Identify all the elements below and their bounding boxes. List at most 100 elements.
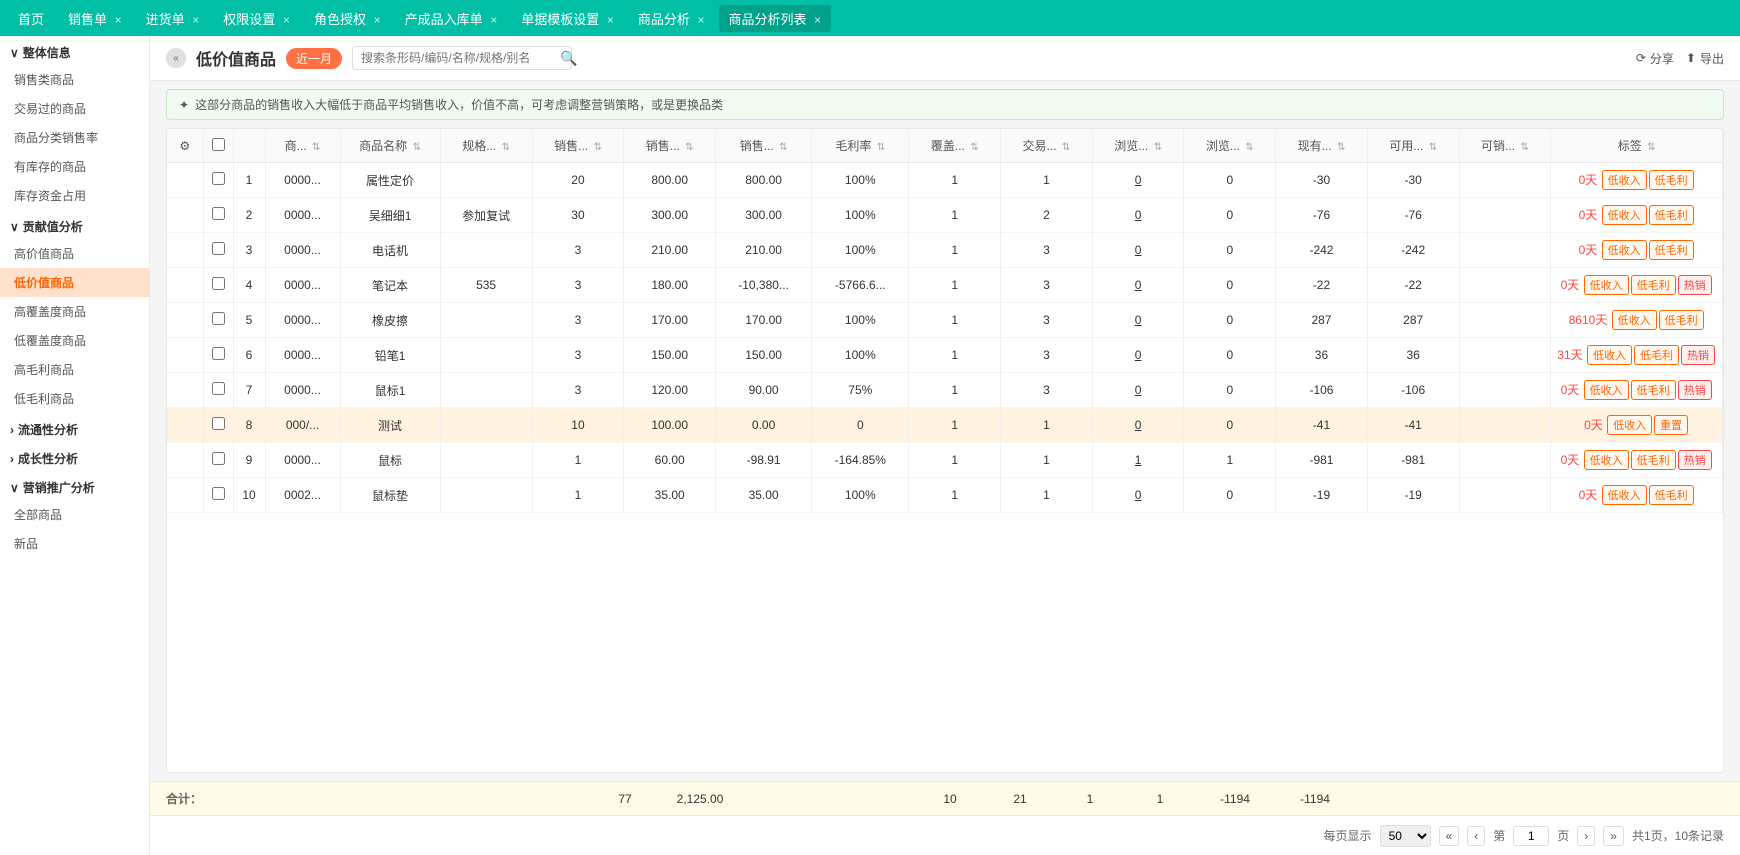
current-stock-column-header[interactable]: 现有... ⇅ <box>1276 129 1368 163</box>
transaction-column-header[interactable]: 交易... ⇅ <box>1001 129 1093 163</box>
sidebar-item-high-value[interactable]: 高价值商品 <box>0 239 149 268</box>
view1-link[interactable]: 0 <box>1135 418 1142 432</box>
checkbox-cell[interactable] <box>203 303 233 338</box>
sidebar-group-overall[interactable]: ∨ 整体信息 <box>0 36 149 65</box>
sidebar-item-with-stock[interactable]: 有库存的商品 <box>0 152 149 181</box>
nav-template[interactable]: 单据模板设置 × <box>511 5 624 32</box>
first-page-button[interactable]: « <box>1439 826 1460 846</box>
prev-page-button[interactable]: ‹ <box>1467 826 1485 846</box>
row-checkbox[interactable] <box>212 347 225 360</box>
coverage-column-header[interactable]: 覆盖... ⇅ <box>909 129 1001 163</box>
close-icon[interactable]: × <box>697 13 704 27</box>
view2-cell: 0 <box>1184 408 1276 443</box>
page-number-input[interactable] <box>1513 826 1549 846</box>
sidebar-item-high-margin[interactable]: 高毛利商品 <box>0 355 149 384</box>
nav-role[interactable]: 角色授权 × <box>304 5 391 32</box>
checkbox-cell[interactable] <box>203 338 233 373</box>
nav-product-in[interactable]: 产成品入库单 × <box>395 5 508 32</box>
sidebar-item-stock-capital[interactable]: 库存资金占用 <box>0 181 149 210</box>
spec-column-header[interactable]: 规格... ⇅ <box>440 129 532 163</box>
sidebar-item-low-value[interactable]: 低价值商品 <box>0 268 149 297</box>
nav-permission[interactable]: 权限设置 × <box>213 5 300 32</box>
nav-analysis[interactable]: 商品分析 × <box>628 5 715 32</box>
sidebar-item-high-coverage[interactable]: 高覆盖度商品 <box>0 297 149 326</box>
page-size-select[interactable]: 50 20 100 <box>1380 825 1431 847</box>
checkbox-cell[interactable] <box>203 198 233 233</box>
checkbox-cell[interactable] <box>203 268 233 303</box>
search-icon[interactable]: 🔍 <box>560 50 577 67</box>
close-icon[interactable]: × <box>283 13 290 27</box>
view1-link[interactable]: 1 <box>1135 453 1142 467</box>
sidebar-item-sales-products[interactable]: 销售类商品 <box>0 65 149 94</box>
view1-link[interactable]: 0 <box>1135 243 1142 257</box>
sale-qty-column-header[interactable]: 销售... ⇅ <box>532 129 624 163</box>
close-icon[interactable]: × <box>115 13 122 27</box>
sidebar-group-marketing[interactable]: ∨ 营销推广分析 <box>0 471 149 500</box>
export-button[interactable]: ⬆ 导出 <box>1686 50 1724 67</box>
tags-column-header[interactable]: 标签 ⇅ <box>1551 129 1723 163</box>
row-checkbox[interactable] <box>212 417 225 430</box>
sidebar-item-low-coverage[interactable]: 低覆盖度商品 <box>0 326 149 355</box>
row-checkbox[interactable] <box>212 452 225 465</box>
row-checkbox[interactable] <box>212 277 225 290</box>
nav-analysis-list[interactable]: 商品分析列表 × <box>719 5 832 32</box>
checkbox-cell[interactable] <box>203 373 233 408</box>
checkbox-cell[interactable] <box>203 408 233 443</box>
select-all-checkbox[interactable] <box>212 138 225 151</box>
row-checkbox[interactable] <box>212 487 225 500</box>
view1-link[interactable]: 0 <box>1135 348 1142 362</box>
filter-tag-month[interactable]: 近一月 <box>286 48 342 69</box>
checkbox-cell[interactable] <box>203 163 233 198</box>
margin-column-header[interactable]: 毛利率 ⇅ <box>812 129 909 163</box>
share-button[interactable]: ⟳ 分享 <box>1636 50 1674 67</box>
next-page-button[interactable]: › <box>1577 826 1595 846</box>
sidebar-group-growth[interactable]: › 成长性分析 <box>0 442 149 471</box>
collapse-button[interactable]: « <box>166 48 186 68</box>
row-checkbox[interactable] <box>212 382 225 395</box>
checkbox-cell[interactable] <box>203 233 233 268</box>
nav-home[interactable]: 首页 <box>8 5 54 32</box>
last-page-button[interactable]: » <box>1603 826 1624 846</box>
saleable-column-header[interactable]: 可销... ⇅ <box>1459 129 1551 163</box>
view1-column-header[interactable]: 浏览... ⇅ <box>1092 129 1184 163</box>
view1-link[interactable]: 0 <box>1135 383 1142 397</box>
close-icon[interactable]: × <box>192 13 199 27</box>
row-checkbox[interactable] <box>212 312 225 325</box>
sale-price-column-header[interactable]: 销售... ⇅ <box>716 129 812 163</box>
tags-cell: 0天 低收入低毛利热销 <box>1551 443 1723 478</box>
close-icon[interactable]: × <box>490 13 497 27</box>
row-checkbox[interactable] <box>212 207 225 220</box>
view1-cell: 0 <box>1092 268 1184 303</box>
view1-link[interactable]: 0 <box>1135 278 1142 292</box>
settings-column-header[interactable]: ⚙ <box>167 129 203 163</box>
code-column-header[interactable]: 商... ⇅ <box>265 129 340 163</box>
search-input[interactable] <box>352 46 572 70</box>
close-icon[interactable]: × <box>814 13 821 27</box>
view1-link[interactable]: 0 <box>1135 173 1142 187</box>
sidebar-item-low-margin[interactable]: 低毛利商品 <box>0 384 149 413</box>
sale-amount-cell: 60.00 <box>624 443 716 478</box>
checkbox-cell[interactable] <box>203 478 233 513</box>
nav-sales[interactable]: 销售单 × <box>58 5 132 32</box>
row-checkbox[interactable] <box>212 242 225 255</box>
nav-purchase[interactable]: 进货单 × <box>136 5 210 32</box>
available-column-header[interactable]: 可用... ⇅ <box>1367 129 1459 163</box>
row-checkbox[interactable] <box>212 172 225 185</box>
coverage-cell: 1 <box>909 233 1001 268</box>
name-column-header[interactable]: 商品名称 ⇅ <box>340 129 440 163</box>
sidebar-item-category-rate[interactable]: 商品分类销售率 <box>0 123 149 152</box>
view1-link[interactable]: 0 <box>1135 313 1142 327</box>
checkbox-cell[interactable] <box>203 443 233 478</box>
sidebar-item-all-products[interactable]: 全部商品 <box>0 500 149 529</box>
sidebar-item-new-products[interactable]: 新品 <box>0 529 149 558</box>
sidebar-item-traded[interactable]: 交易过的商品 <box>0 94 149 123</box>
view1-link[interactable]: 0 <box>1135 208 1142 222</box>
checkbox-column-header[interactable] <box>203 129 233 163</box>
view1-link[interactable]: 0 <box>1135 488 1142 502</box>
close-icon[interactable]: × <box>607 13 614 27</box>
close-icon[interactable]: × <box>374 13 381 27</box>
view2-column-header[interactable]: 浏览... ⇅ <box>1184 129 1276 163</box>
sidebar-group-contribution[interactable]: ∨ 贡献值分析 <box>0 210 149 239</box>
sale-amount-column-header[interactable]: 销售... ⇅ <box>624 129 716 163</box>
sidebar-group-circulation[interactable]: › 流通性分析 <box>0 413 149 442</box>
